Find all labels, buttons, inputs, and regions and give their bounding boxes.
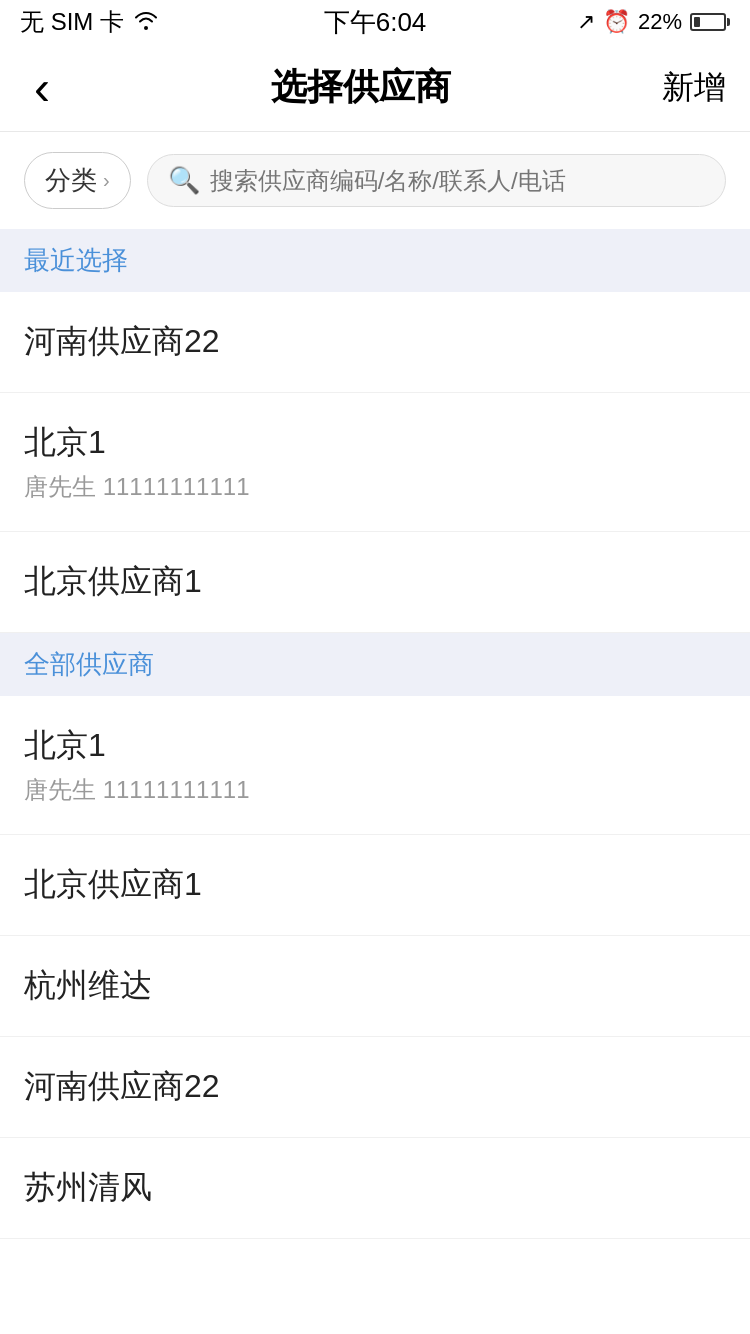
list-item[interactable]: 北京1 唐先生 11111111111	[0, 696, 750, 835]
recent-list: 河南供应商22 北京1 唐先生 11111111111 北京供应商1	[0, 292, 750, 633]
list-item[interactable]: 河南供应商22	[0, 1037, 750, 1138]
item-name: 苏州清风	[24, 1166, 726, 1210]
chevron-right-icon: ›	[103, 169, 110, 192]
status-bar: 无 SIM 卡 下午6:04 ↗ ⏰ 22%	[0, 0, 750, 44]
item-name: 北京1	[24, 421, 726, 465]
list-item[interactable]: 杭州维达	[0, 936, 750, 1037]
new-action-button[interactable]: 新增	[662, 66, 726, 110]
battery-percentage: 22%	[638, 9, 682, 35]
search-input[interactable]	[210, 167, 705, 195]
location-icon: ↗	[577, 9, 595, 35]
wifi-icon	[132, 8, 160, 36]
item-sub: 唐先生 11111111111	[24, 774, 726, 806]
page-title: 选择供应商	[271, 63, 451, 112]
all-section-label: 全部供应商	[24, 649, 154, 679]
recent-section-label: 最近选择	[24, 245, 128, 275]
filter-row: 分类 › 🔍	[0, 132, 750, 229]
category-button[interactable]: 分类 ›	[24, 152, 131, 209]
item-name: 河南供应商22	[24, 320, 726, 364]
item-name: 河南供应商22	[24, 1065, 726, 1109]
list-item[interactable]: 苏州清风	[0, 1138, 750, 1239]
search-icon: 🔍	[168, 165, 200, 196]
alarm-icon: ⏰	[603, 9, 630, 35]
all-list: 北京1 唐先生 11111111111 北京供应商1 杭州维达河南供应商22 苏州清风	[0, 696, 750, 1239]
item-name: 杭州维达	[24, 964, 726, 1008]
carrier-text: 无 SIM 卡	[20, 6, 124, 38]
item-name: 北京供应商1	[24, 560, 726, 604]
status-time: 下午6:04	[324, 5, 427, 40]
search-bar[interactable]: 🔍	[147, 154, 726, 207]
status-left: 无 SIM 卡	[20, 6, 160, 38]
back-button[interactable]: ‹	[24, 50, 60, 125]
item-name: 北京1	[24, 724, 726, 768]
list-item[interactable]: 北京1 唐先生 11111111111	[0, 393, 750, 532]
all-section-header: 全部供应商	[0, 633, 750, 696]
nav-bar: ‹ 选择供应商 新增	[0, 44, 750, 132]
battery-icon	[690, 13, 730, 31]
item-name: 北京供应商1	[24, 863, 726, 907]
item-sub: 唐先生 11111111111	[24, 471, 726, 503]
list-item[interactable]: 北京供应商1	[0, 532, 750, 633]
status-right: ↗ ⏰ 22%	[577, 9, 730, 35]
category-label: 分类	[45, 163, 97, 198]
list-item[interactable]: 北京供应商1	[0, 835, 750, 936]
list-item[interactable]: 河南供应商22	[0, 292, 750, 393]
recent-section-header: 最近选择	[0, 229, 750, 292]
